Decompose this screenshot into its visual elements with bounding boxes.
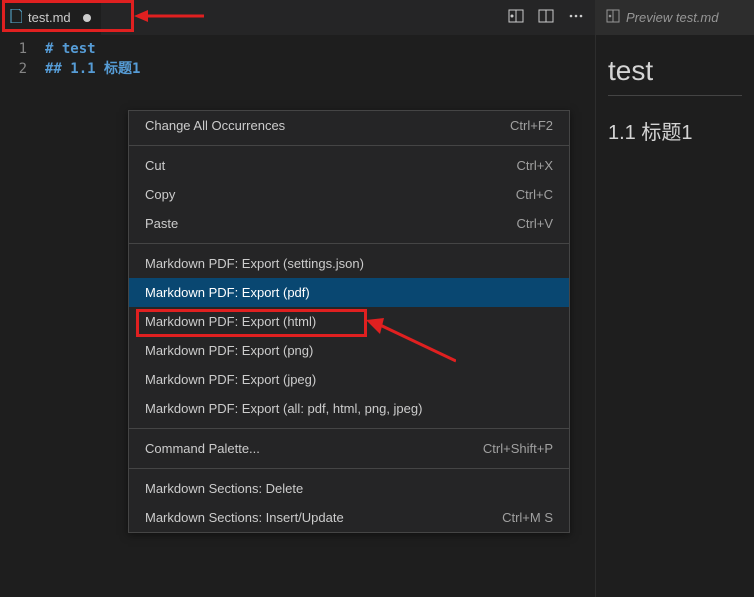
menu-sections-insert[interactable]: Markdown Sections: Insert/UpdateCtrl+M S xyxy=(129,503,569,532)
preview-h2: 1.1 标题1 xyxy=(608,116,742,145)
menu-export-png[interactable]: Markdown PDF: Export (png) xyxy=(129,336,569,365)
preview-panel: Preview test.md test 1.1 标题1 xyxy=(595,0,754,597)
preview-tab[interactable]: Preview test.md xyxy=(596,0,754,35)
tab-title: test.md xyxy=(28,10,71,25)
menu-separator xyxy=(129,243,569,244)
code-area[interactable]: # test ## 1.1 标题1 xyxy=(45,39,595,79)
preview-h1: test xyxy=(608,55,742,96)
code-line[interactable]: # test xyxy=(45,39,595,59)
menu-separator xyxy=(129,145,569,146)
menu-separator xyxy=(129,468,569,469)
split-editor-icon[interactable] xyxy=(537,8,555,27)
more-actions-icon[interactable] xyxy=(567,8,585,27)
menu-export-pdf[interactable]: Markdown PDF: Export (pdf) xyxy=(129,278,569,307)
menu-export-jpeg[interactable]: Markdown PDF: Export (jpeg) xyxy=(129,365,569,394)
tab-bar: test.md xyxy=(0,0,595,35)
unsaved-indicator-icon xyxy=(83,14,91,22)
menu-sections-delete[interactable]: Markdown Sections: Delete xyxy=(129,474,569,503)
markdown-file-icon xyxy=(10,9,22,26)
editor-body[interactable]: 1 2 # test ## 1.1 标题1 xyxy=(0,35,595,79)
menu-export-settings[interactable]: Markdown PDF: Export (settings.json) xyxy=(129,249,569,278)
line-number: 2 xyxy=(0,59,27,79)
line-number: 1 xyxy=(0,39,27,59)
context-menu: Change All OccurrencesCtrl+F2 CutCtrl+X … xyxy=(128,110,570,533)
tab-actions xyxy=(507,8,595,27)
preview-tab-title: Preview test.md xyxy=(626,10,718,25)
open-preview-side-icon[interactable] xyxy=(507,8,525,27)
menu-export-all[interactable]: Markdown PDF: Export (all: pdf, html, pn… xyxy=(129,394,569,423)
menu-separator xyxy=(129,428,569,429)
editor-panel: test.md 1 2 # test ## 1.1 标题1 Change All… xyxy=(0,0,595,597)
line-gutter: 1 2 xyxy=(0,39,45,79)
code-line[interactable]: ## 1.1 标题1 xyxy=(45,59,595,79)
menu-paste[interactable]: PasteCtrl+V xyxy=(129,209,569,238)
menu-export-html[interactable]: Markdown PDF: Export (html) xyxy=(129,307,569,336)
menu-cut[interactable]: CutCtrl+X xyxy=(129,151,569,180)
preview-content: test 1.1 标题1 xyxy=(596,35,754,165)
menu-copy[interactable]: CopyCtrl+C xyxy=(129,180,569,209)
editor-tab-test-md[interactable]: test.md xyxy=(0,0,101,35)
menu-command-palette[interactable]: Command Palette...Ctrl+Shift+P xyxy=(129,434,569,463)
preview-icon xyxy=(606,9,620,26)
menu-change-all[interactable]: Change All OccurrencesCtrl+F2 xyxy=(129,111,569,140)
